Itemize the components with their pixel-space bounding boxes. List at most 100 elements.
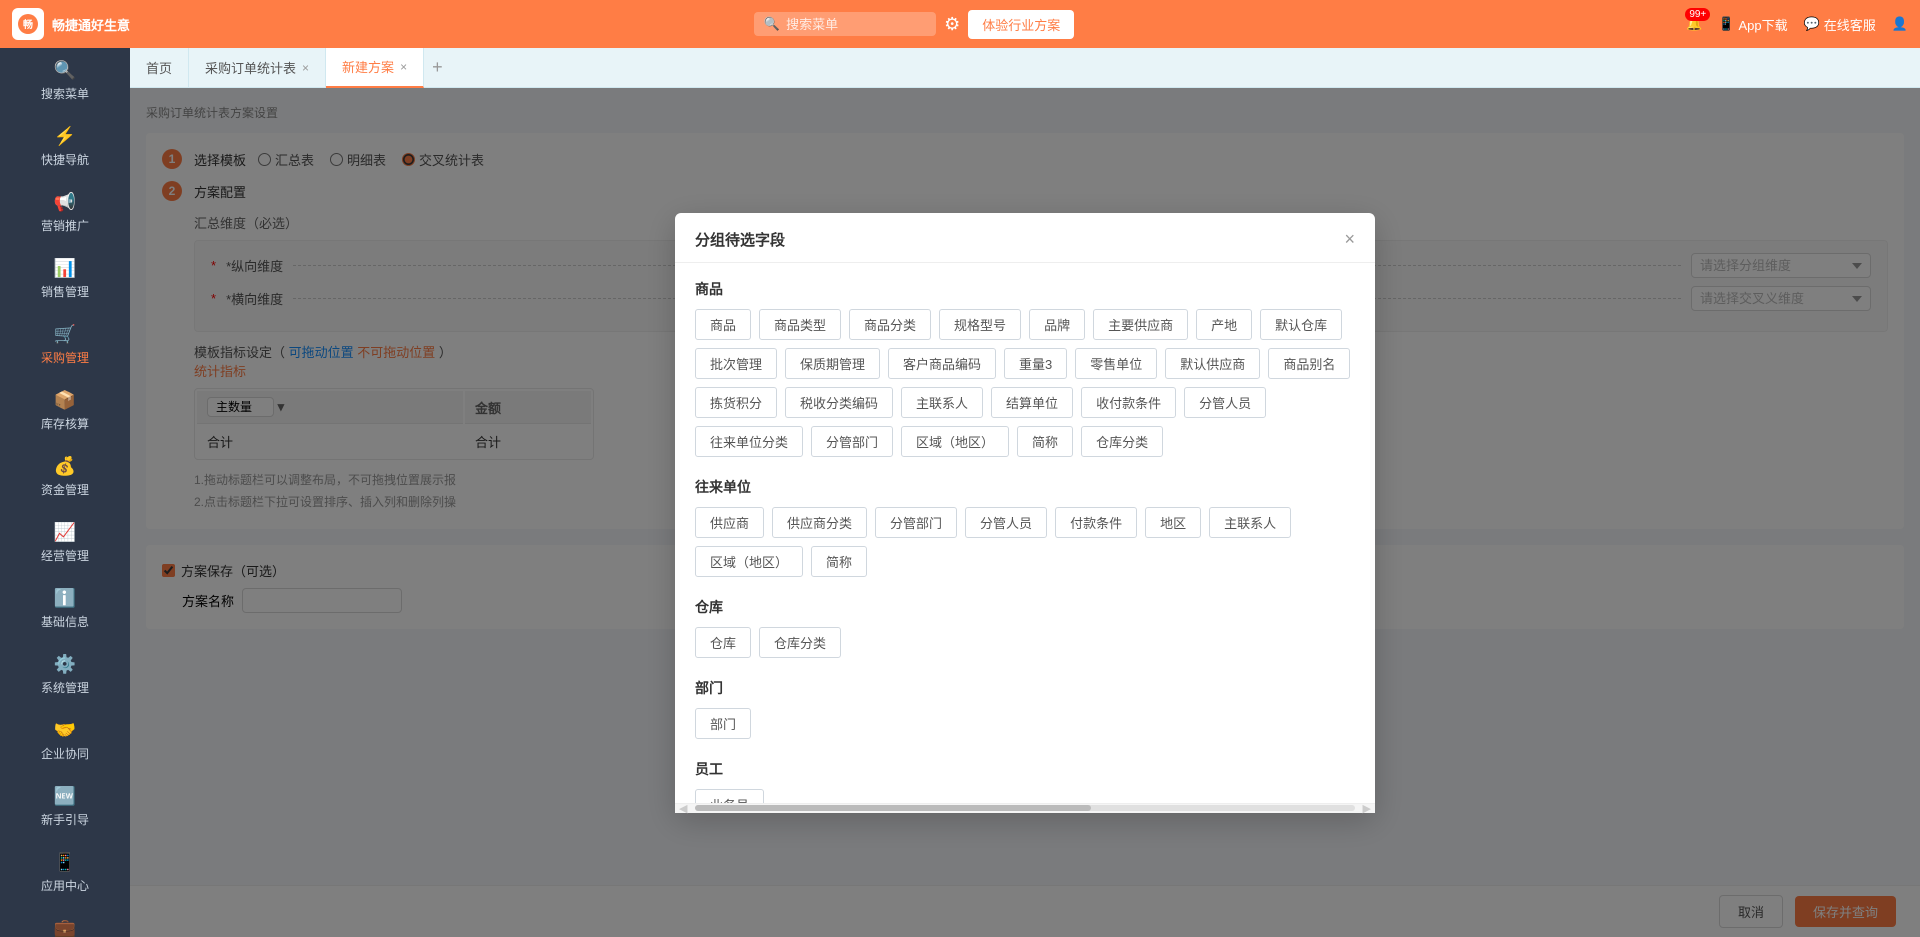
tag-goods-5[interactable]: 主要供应商	[1093, 309, 1188, 340]
tab-new-plan[interactable]: 新建方案 ×	[326, 48, 424, 88]
tag-goods-22[interactable]: 分管部门	[811, 426, 893, 457]
apps-icon: 📱	[54, 852, 76, 873]
sidebar-item-purchase[interactable]: 🛒 采购管理	[0, 312, 130, 378]
tag-goods-12[interactable]: 零售单位	[1075, 348, 1157, 379]
support-icon: 💬	[1804, 16, 1820, 32]
tag-goods-15[interactable]: 拣货积分	[695, 387, 777, 418]
tag-goods-19[interactable]: 收付款条件	[1081, 387, 1176, 418]
tag-goods-24[interactable]: 简称	[1017, 426, 1073, 457]
trial-button[interactable]: 体验行业方案	[968, 10, 1074, 39]
tag-goods-23[interactable]: 区域（地区）	[901, 426, 1009, 457]
section-partner-title: 往来单位	[695, 477, 1355, 497]
sidebar-item-sales[interactable]: 📊 销售管理	[0, 246, 130, 312]
sidebar-item-inventory[interactable]: 📦 库存核算	[0, 378, 130, 444]
modal-close-button[interactable]: ×	[1344, 229, 1355, 250]
tag-partner-1[interactable]: 供应商分类	[772, 507, 867, 538]
online-support-item[interactable]: 💬 在线客服	[1804, 15, 1876, 34]
tag-partner-3[interactable]: 分管人员	[965, 507, 1047, 538]
tag-goods-16[interactable]: 税收分类编码	[785, 387, 893, 418]
sales-icon: 📊	[54, 258, 76, 279]
logo-icon: 畅	[12, 8, 44, 40]
user-avatar[interactable]: 👤	[1892, 16, 1908, 32]
modal-body[interactable]: 商品 商品 商品类型 商品分类 规格型号 品牌 主要供应商 产地 默认仓库 批次…	[675, 263, 1375, 803]
tag-employee-0[interactable]: 业务员	[695, 789, 764, 803]
section-warehouse-title: 仓库	[695, 597, 1355, 617]
sidebar-item-operation[interactable]: 📈 经营管理	[0, 510, 130, 576]
tag-partner-8[interactable]: 简称	[811, 546, 867, 577]
tag-partner-6[interactable]: 主联系人	[1209, 507, 1291, 538]
tab-home[interactable]: 首页	[130, 48, 189, 88]
tag-goods-2[interactable]: 商品分类	[849, 309, 931, 340]
sidebar-label-sales: 销售管理	[41, 283, 89, 300]
tag-goods-21[interactable]: 往来单位分类	[695, 426, 803, 457]
tag-goods-14[interactable]: 商品别名	[1268, 348, 1350, 379]
tag-goods-6[interactable]: 产地	[1196, 309, 1252, 340]
logo-text: 畅捷通好生意	[52, 15, 130, 34]
sidebar-item-system[interactable]: ⚙️ 系统管理	[0, 642, 130, 708]
sidebar-item-basic[interactable]: ℹ️ 基础信息	[0, 576, 130, 642]
notification-badge: 99+	[1685, 8, 1710, 21]
tag-goods-0[interactable]: 商品	[695, 309, 751, 340]
tab-purchase-stats-close[interactable]: ×	[302, 61, 309, 75]
tag-goods-8[interactable]: 批次管理	[695, 348, 777, 379]
section-warehouse-tags: 仓库 仓库分类	[695, 627, 1355, 658]
svg-text:畅: 畅	[23, 18, 33, 31]
tag-goods-3[interactable]: 规格型号	[939, 309, 1021, 340]
tag-partner-2[interactable]: 分管部门	[875, 507, 957, 538]
tab-purchase-stats[interactable]: 采购订单统计表 ×	[189, 48, 326, 88]
operation-icon: 📈	[54, 522, 76, 543]
tag-partner-5[interactable]: 地区	[1145, 507, 1201, 538]
search-input[interactable]	[786, 17, 926, 32]
tab-add-button[interactable]: +	[424, 57, 451, 78]
tag-goods-11[interactable]: 重量3	[1004, 348, 1067, 379]
tag-goods-13[interactable]: 默认供应商	[1165, 348, 1260, 379]
hscroll-track[interactable]	[695, 805, 1354, 811]
section-employee-title: 员工	[695, 759, 1355, 779]
finance-icon: 💰	[54, 456, 76, 477]
tag-goods-1[interactable]: 商品类型	[759, 309, 841, 340]
tag-warehouse-1[interactable]: 仓库分类	[759, 627, 841, 658]
tag-goods-20[interactable]: 分管人员	[1184, 387, 1266, 418]
tab-bar: 首页 采购订单统计表 × 新建方案 × +	[130, 48, 1920, 88]
collab-icon: 🤝	[54, 720, 76, 741]
tag-goods-9[interactable]: 保质期管理	[785, 348, 880, 379]
quicknav-icon: ⚡	[54, 126, 76, 147]
app-download-item[interactable]: 📱 App下载	[1718, 15, 1787, 34]
tag-department-0[interactable]: 部门	[695, 708, 751, 739]
sidebar-item-guide[interactable]: 🆕 新手引导	[0, 774, 130, 840]
hscroll-thumb[interactable]	[695, 805, 1090, 811]
tag-goods-7[interactable]: 默认仓库	[1260, 309, 1342, 340]
section-goods-tags: 商品 商品类型 商品分类 规格型号 品牌 主要供应商 产地 默认仓库 批次管理 …	[695, 309, 1355, 457]
sidebar-item-wechat[interactable]: 💼 企业微信	[0, 906, 130, 937]
tag-goods-25[interactable]: 仓库分类	[1081, 426, 1163, 457]
tag-partner-4[interactable]: 付款条件	[1055, 507, 1137, 538]
sidebar-label-search: 搜索菜单	[41, 85, 89, 102]
tag-partner-7[interactable]: 区域（地区）	[695, 546, 803, 577]
sidebar-item-search[interactable]: 🔍 搜索菜单	[0, 48, 130, 114]
top-navbar: 畅 畅捷通好生意 🔍 ⚙ 体验行业方案 🔔 99+ 📱 App下载 💬 在线客服…	[0, 0, 1920, 48]
tab-purchase-stats-label: 采购订单统计表	[205, 58, 296, 77]
sidebar-item-marketing[interactable]: 📢 营销推广	[0, 180, 130, 246]
sidebar-item-apps[interactable]: 📱 应用中心	[0, 840, 130, 906]
tag-goods-18[interactable]: 结算单位	[991, 387, 1073, 418]
tag-warehouse-0[interactable]: 仓库	[695, 627, 751, 658]
tag-goods-10[interactable]: 客户商品编码	[888, 348, 996, 379]
gear-button[interactable]: ⚙	[944, 14, 960, 35]
sidebar-label-system: 系统管理	[41, 679, 89, 696]
tag-partner-0[interactable]: 供应商	[695, 507, 764, 538]
basic-icon: ℹ️	[54, 588, 76, 609]
sidebar-item-quicknav[interactable]: ⚡ 快捷导航	[0, 114, 130, 180]
sidebar-label-finance: 资金管理	[41, 481, 89, 498]
notification-item[interactable]: 🔔 99+	[1686, 16, 1702, 32]
tag-goods-4[interactable]: 品牌	[1029, 309, 1085, 340]
modal-overlay: 分组待选字段 × 商品 商品 商品类型 商品分类 规格型号 品牌 主要供应商 产…	[130, 88, 1920, 937]
guide-icon: 🆕	[54, 786, 76, 807]
modal-hscroll[interactable]: ◀ ▶	[675, 803, 1375, 813]
search-icon: 🔍	[764, 16, 780, 32]
tag-goods-17[interactable]: 主联系人	[901, 387, 983, 418]
inventory-icon: 📦	[54, 390, 76, 411]
sidebar-item-collab[interactable]: 🤝 企业协同	[0, 708, 130, 774]
sidebar-item-finance[interactable]: 💰 资金管理	[0, 444, 130, 510]
tab-new-plan-close[interactable]: ×	[400, 60, 407, 74]
nav-search[interactable]: 🔍	[754, 12, 936, 36]
